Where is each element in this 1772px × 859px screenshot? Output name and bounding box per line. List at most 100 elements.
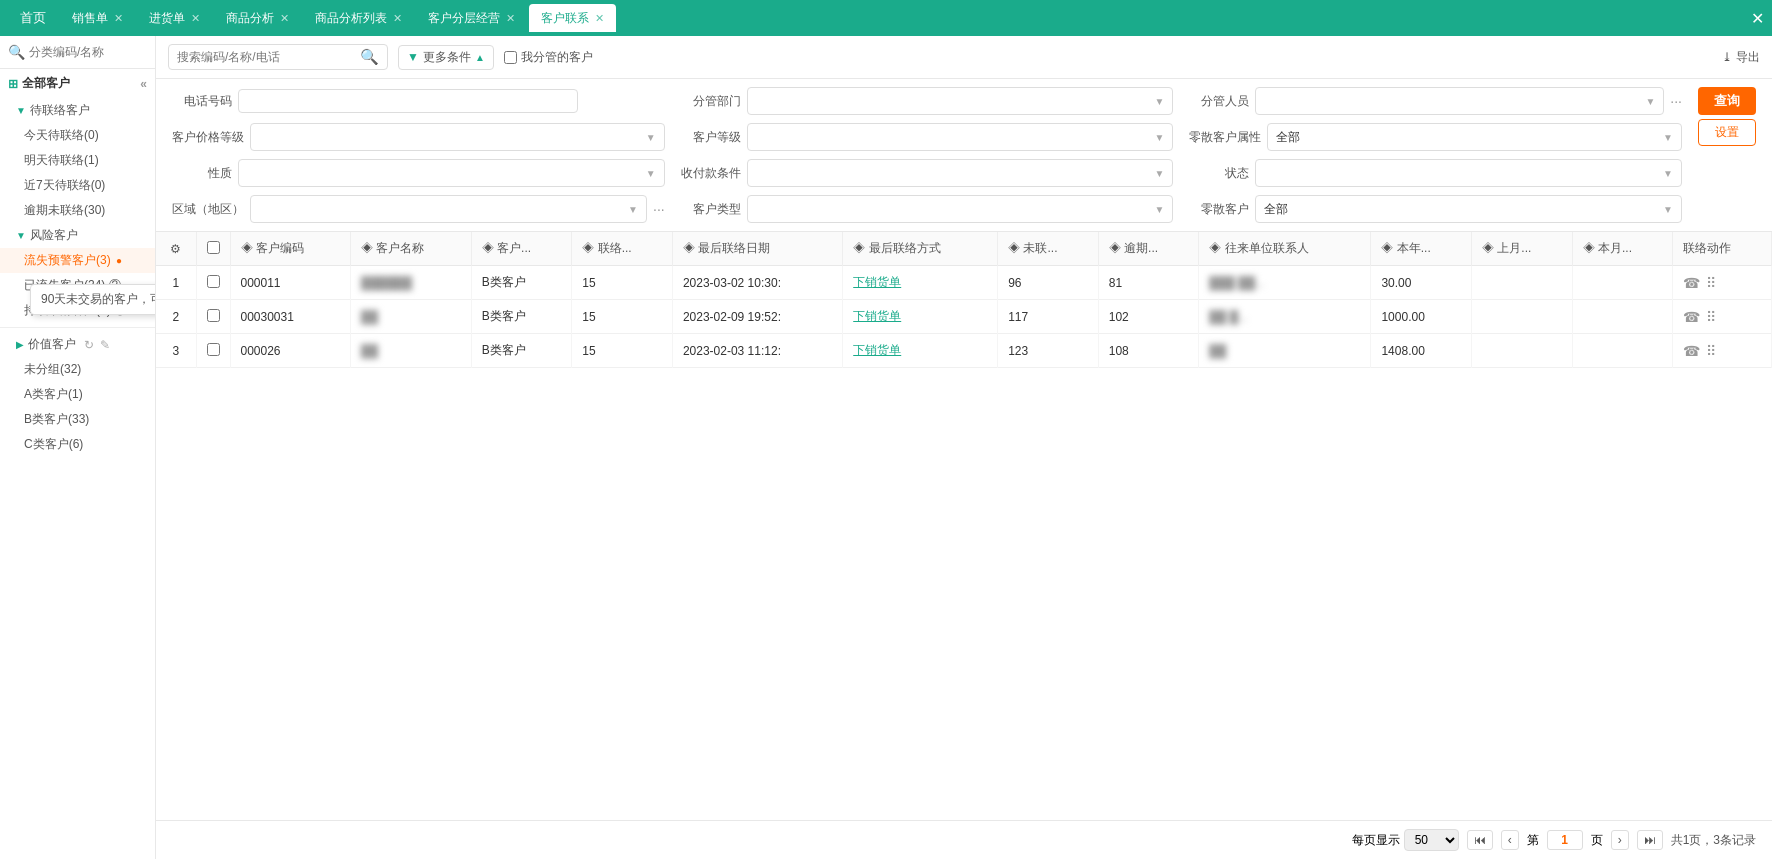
sidebar-item-a-class[interactable]: A类客户(1) (0, 382, 155, 407)
filter-type-select[interactable]: ▼ (747, 195, 1174, 223)
filter-price-tier-label: 客户价格等级 (172, 129, 244, 146)
filter-row-4: 区域（地区） ▼ ··· 客户类型 ▼ (172, 195, 1682, 223)
row-2-checkbox[interactable] (207, 309, 220, 322)
chevron-down-icon-tier: ▼ (1154, 132, 1164, 143)
tab-customer-tier-close[interactable]: ✕ (506, 12, 515, 25)
row-1-uncontacted: 96 (998, 266, 1099, 300)
filter-payment-select[interactable]: ▼ (747, 159, 1174, 187)
chevron-down-icon-region: ▼ (628, 204, 638, 215)
page-next-btn[interactable]: › (1611, 830, 1629, 850)
row-2-more-icon[interactable]: ⠿ (1706, 309, 1716, 325)
page-last-btn[interactable]: ⏭ (1637, 830, 1663, 850)
sidebar-item-b-class[interactable]: B类客户(33) (0, 407, 155, 432)
table-settings-icon[interactable]: ⚙ (170, 242, 181, 256)
filter-retail-attr-select[interactable]: 全部 ▼ (1267, 123, 1682, 151)
tab-customer-contact-close[interactable]: ✕ (595, 12, 604, 25)
row-1-link[interactable]: 下销货单 (853, 275, 901, 289)
sidebar-item-c-class[interactable]: C类客户(6) (0, 432, 155, 457)
tab-product-list[interactable]: 商品分析列表 ✕ (303, 4, 414, 32)
main-search-icon[interactable]: 🔍 (360, 48, 379, 66)
row-check-3 (196, 334, 230, 368)
row-check-2 (196, 300, 230, 334)
filter-region-field: 区域（地区） ▼ ··· (172, 195, 665, 223)
filter-price-tier-select[interactable]: ▼ (250, 123, 665, 151)
sidebar-group-risk-title[interactable]: ▼ 风险客户 (0, 223, 155, 248)
tab-purchase-close[interactable]: ✕ (191, 12, 200, 25)
row-2-link[interactable]: 下销货单 (853, 309, 901, 323)
row-2-action-icons: ☎ ⠿ (1683, 309, 1761, 325)
page-prev-btn[interactable]: ‹ (1501, 830, 1519, 850)
page-size-select[interactable]: 50 100 200 (1404, 829, 1459, 851)
filter-nature-label: 性质 (172, 165, 232, 182)
row-2-name: ██ (351, 300, 472, 334)
row-1-action: ☎ ⠿ (1673, 266, 1772, 300)
settings-button[interactable]: 设置 (1698, 119, 1756, 146)
tab-product-analysis[interactable]: 商品分析 ✕ (214, 4, 301, 32)
filter-retail-select[interactable]: 全部 ▼ (1255, 195, 1682, 223)
filter-status-select[interactable]: ▼ (1255, 159, 1682, 187)
sidebar-item-overdue-contact[interactable]: 逾期未联络(30) (0, 198, 155, 223)
search-bar-end: ⤓ 导出 (1722, 49, 1760, 66)
tab-purchase[interactable]: 进货单 ✕ (137, 4, 212, 32)
row-3-name: ██ (351, 334, 472, 368)
my-customers-checkbox[interactable] (504, 51, 517, 64)
filter-retail-attr-label: 零散客户属性 (1189, 129, 1261, 146)
row-1-last-date: 2023-03-02 10:30: (672, 266, 842, 300)
filter-phone-input[interactable] (238, 89, 578, 113)
filter-customer-tier-select[interactable]: ▼ (747, 123, 1174, 151)
row-3-more-icon[interactable]: ⠿ (1706, 343, 1716, 359)
filter-person-select[interactable]: ▼ (1255, 87, 1664, 115)
row-1-more-icon[interactable]: ⠿ (1706, 275, 1716, 291)
row-1-unit-contact: ███ ██... (1199, 266, 1371, 300)
all-customers-label: 全部客户 (22, 75, 70, 92)
select-all-checkbox[interactable] (207, 241, 220, 254)
my-customers-checkbox-label[interactable]: 我分管的客户 (504, 49, 593, 66)
value-group-edit-icon[interactable]: ↻ (84, 338, 94, 352)
main-search-input[interactable] (177, 50, 356, 64)
tab-purchase-label: 进货单 (149, 10, 185, 27)
row-3-phone-icon[interactable]: ☎ (1683, 343, 1700, 359)
sidebar-item-churn-warning[interactable]: 流失预警客户(3) ● (0, 248, 155, 273)
filter-region-select[interactable]: ▼ (250, 195, 647, 223)
sidebar-group-value-title[interactable]: ▶ 价值客户 ↻ ✎ (0, 332, 155, 357)
export-btn[interactable]: ⤓ 导出 (1722, 49, 1760, 66)
query-button[interactable]: 查询 (1698, 87, 1756, 115)
tab-sales-close[interactable]: ✕ (114, 12, 123, 25)
filter-retail-attr-value: 全部 (1276, 129, 1300, 146)
row-1-phone-icon[interactable]: ☎ (1683, 275, 1700, 291)
tab-product-list-close[interactable]: ✕ (393, 12, 402, 25)
sidebar-item-tomorrow[interactable]: 明天待联络(1) (0, 148, 155, 173)
pagination: 每页显示 50 100 200 ⏮ ‹ 第 页 › ⏭ 共1页，3条记录 (156, 820, 1772, 859)
sidebar-collapse-btn[interactable]: « (140, 77, 147, 91)
tab-customer-tier[interactable]: 客户分层经营 ✕ (416, 4, 527, 32)
row-1-contact-count: 15 (572, 266, 673, 300)
row-3-link[interactable]: 下销货单 (853, 343, 901, 357)
tab-customer-contact[interactable]: 客户联系 ✕ (529, 4, 616, 32)
sidebar-item-week[interactable]: 近7天待联络(0) (0, 173, 155, 198)
tab-product-analysis-close[interactable]: ✕ (280, 12, 289, 25)
row-2-code: 00030031 (230, 300, 351, 334)
sidebar-item-ungrouped[interactable]: 未分组(32) (0, 357, 155, 382)
sidebar-group-risk-label: 风险客户 (30, 227, 78, 244)
tab-customer-tier-label: 客户分层经营 (428, 10, 500, 27)
row-2-last-type: 下销货单 (843, 300, 998, 334)
filter-nature-select[interactable]: ▼ (238, 159, 665, 187)
tab-home[interactable]: 首页 (8, 4, 58, 32)
row-3-checkbox[interactable] (207, 343, 220, 356)
page-first-btn[interactable]: ⏮ (1467, 830, 1493, 850)
sidebar-item-today[interactable]: 今天待联络(0) (0, 123, 155, 148)
sidebar-search-input[interactable] (29, 45, 156, 59)
page-num-input[interactable] (1547, 830, 1583, 850)
row-3-this-year: 1408.00 (1371, 334, 1472, 368)
filter-person-ellipsis[interactable]: ··· (1670, 93, 1682, 109)
filter-region-ellipsis[interactable]: ··· (653, 201, 665, 217)
tab-sales[interactable]: 销售单 ✕ (60, 4, 135, 32)
row-2-phone-icon[interactable]: ☎ (1683, 309, 1700, 325)
sidebar-group-pending-title[interactable]: ▼ 待联络客户 (0, 98, 155, 123)
value-group-settings-icon[interactable]: ✎ (100, 338, 110, 352)
row-1-checkbox[interactable] (207, 275, 220, 288)
all-customers-header[interactable]: ⊞ 全部客户 « (0, 69, 155, 98)
filter-dept-select[interactable]: ▼ (747, 87, 1174, 115)
more-filter-btn[interactable]: ▼ 更多条件 ▲ (398, 45, 494, 70)
close-window-btn[interactable]: ✕ (1751, 9, 1764, 28)
